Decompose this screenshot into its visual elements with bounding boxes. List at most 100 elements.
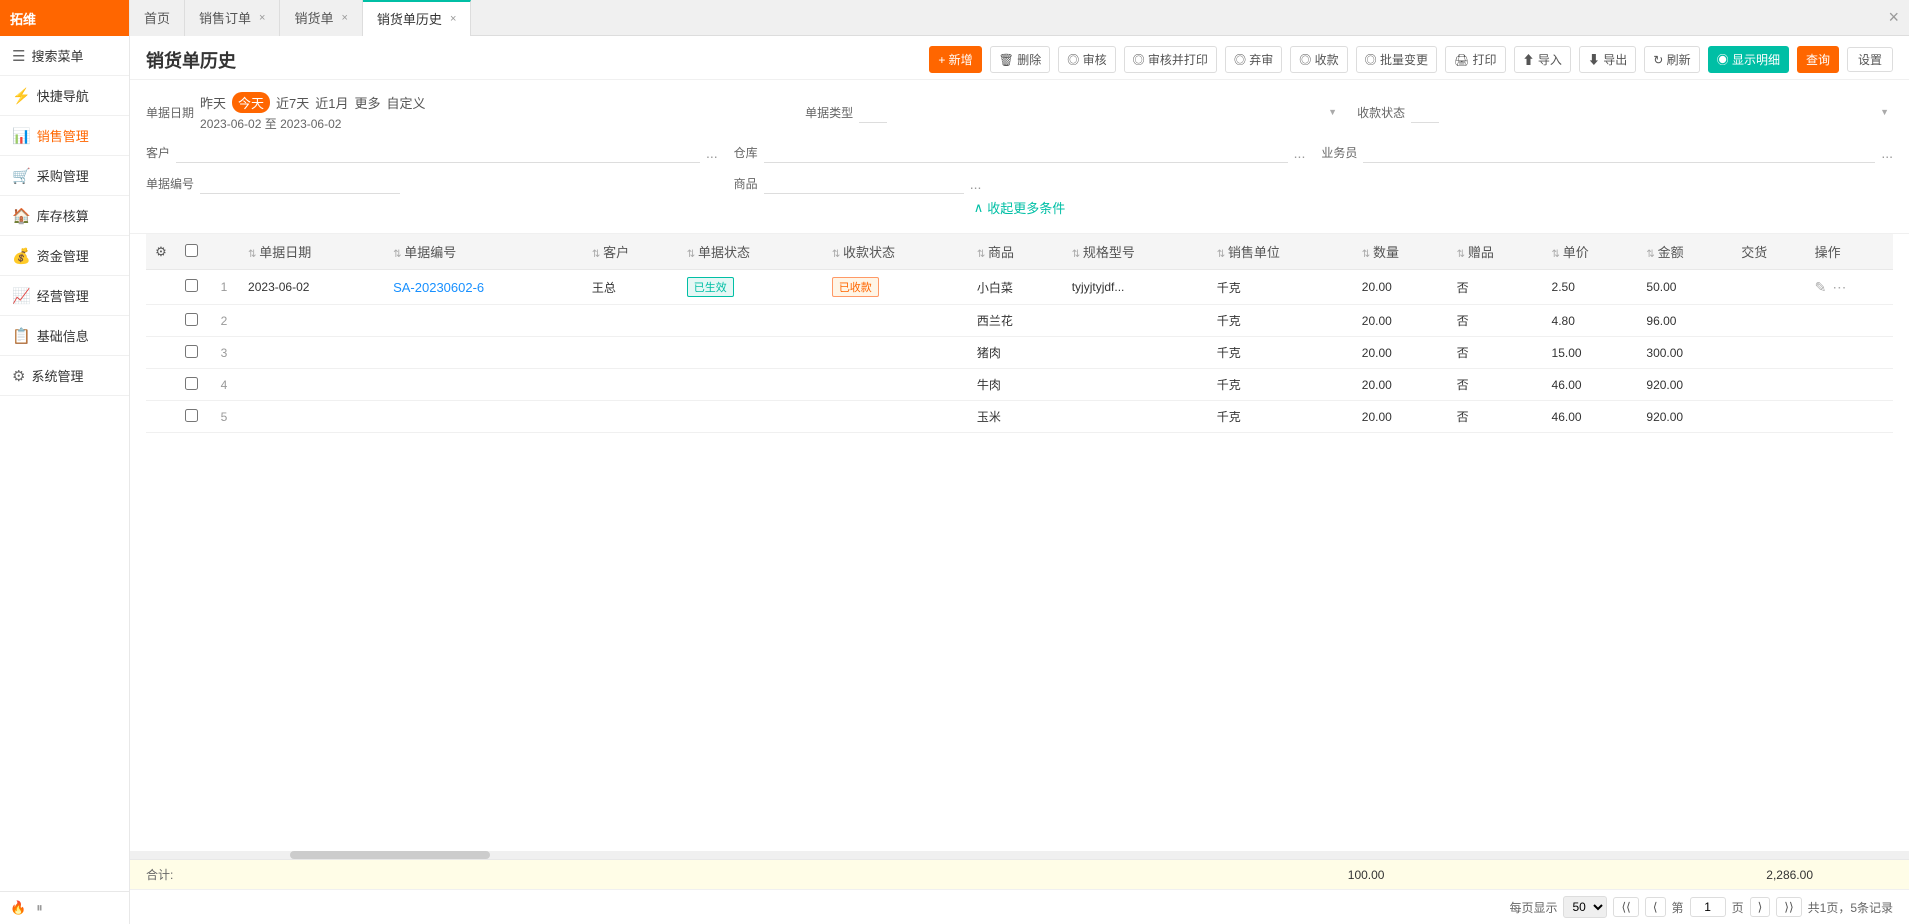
tab-close-all-button[interactable]: × — [1878, 7, 1909, 28]
more-icon[interactable]: ⋯ — [1832, 279, 1846, 296]
settings-button[interactable]: 设置 — [1847, 47, 1893, 72]
row-num-cell: 1 — [206, 270, 242, 305]
row-checkbox[interactable] — [185, 313, 198, 326]
collect-button[interactable]: ◎ 收款 — [1290, 46, 1347, 73]
select-all-checkbox[interactable] — [185, 244, 198, 257]
filter-staff-ellipsis[interactable]: ... — [1881, 145, 1893, 161]
filter-collect-status-select[interactable] — [1411, 102, 1439, 123]
tab-sales-delivery-close[interactable]: × — [341, 12, 347, 24]
audit-print-button[interactable]: ◎ 审核并打印 — [1124, 46, 1217, 73]
th-gear[interactable]: ⚙ — [146, 234, 176, 270]
doc-num-link[interactable]: SA-20230602-6 — [393, 280, 484, 295]
tab-sales-history-close[interactable]: × — [450, 13, 456, 25]
row-doc-status-cell — [681, 369, 826, 401]
shortcut-more[interactable]: 更多 — [355, 93, 381, 112]
th-doc-status[interactable]: ⇅ 单据状态 — [681, 234, 826, 270]
row-collect-status-cell — [826, 337, 971, 369]
sort-spec-icon: ⇅ — [1072, 249, 1083, 260]
page-content: 销货单历史 + 新增 🗑 删除 ◎ 审核 ◎ 审核并打印 ◎ 弃审 ◎ 收款 ◎… — [130, 36, 1909, 924]
sidebar-item-sales-mgmt[interactable]: 📊 销售管理 — [0, 116, 129, 156]
table-row: 12023-06-02SA-20230602-6王总已生效已收款小白菜tyjyj… — [146, 270, 1893, 305]
shortcut-today[interactable]: 今天 — [232, 92, 270, 113]
th-amount[interactable]: ⇅ 金额 — [1640, 234, 1735, 270]
last-page-button[interactable]: ⟩⟩ — [1776, 897, 1801, 917]
row-checkbox[interactable] — [185, 279, 198, 292]
table-horizontal-scrollbar[interactable] — [130, 851, 1909, 859]
row-amount-cell: 920.00 — [1640, 369, 1735, 401]
shortcut-7days[interactable]: 近7天 — [276, 93, 309, 112]
filter-warehouse-ellipsis[interactable]: ... — [1294, 145, 1306, 161]
audit-button[interactable]: ◎ 审核 — [1058, 46, 1115, 73]
row-goods-cell: 小白菜 — [971, 270, 1066, 305]
shortcut-1month[interactable]: 近1月 — [315, 93, 348, 112]
th-customer[interactable]: ⇅ 客户 — [586, 234, 681, 270]
row-checkbox-cell[interactable] — [176, 337, 206, 369]
row-checkbox-cell[interactable] — [176, 401, 206, 433]
row-checkbox-cell[interactable] — [176, 305, 206, 337]
batch-change-button[interactable]: ◎ 批量变更 — [1356, 46, 1437, 73]
row-doc-num-cell[interactable]: SA-20230602-6 — [387, 270, 586, 305]
print-button[interactable]: 🖨 打印 — [1445, 46, 1506, 73]
sidebar-item-label: 快捷导航 — [37, 86, 89, 105]
current-page-input[interactable]: 1 — [1690, 897, 1726, 917]
per-page-select[interactable]: 50 — [1563, 896, 1607, 918]
filter-goods-ellipsis[interactable]: ... — [970, 176, 982, 192]
sidebar-item-sys-mgmt[interactable]: ⚙ 系统管理 — [0, 356, 129, 396]
sidebar-item-inventory[interactable]: 🏠 库存核算 — [0, 196, 129, 236]
shortcut-yesterday[interactable]: 昨天 — [200, 93, 226, 112]
row-checkbox[interactable] — [185, 409, 198, 422]
delete-button[interactable]: 🗑 删除 — [990, 46, 1051, 73]
next-page-button[interactable]: ⟩ — [1750, 897, 1771, 917]
sidebar-item-finance[interactable]: 💰 资金管理 — [0, 236, 129, 276]
import-button[interactable]: ⬆ 导入 — [1514, 46, 1571, 73]
collapse-button[interactable]: ∧ 收起更多条件 — [146, 194, 1893, 221]
row-checkbox[interactable] — [185, 377, 198, 390]
row-checkbox-cell[interactable] — [176, 369, 206, 401]
th-doc-date[interactable]: ⇅ 单据日期 — [242, 234, 387, 270]
tab-sales-order[interactable]: 销售订单 × — [185, 0, 280, 36]
th-collect-status[interactable]: ⇅ 收款状态 — [826, 234, 971, 270]
th-qty[interactable]: ⇅ 数量 — [1356, 234, 1451, 270]
sidebar-bottom-icon1[interactable]: 🔥 — [10, 900, 26, 916]
th-checkbox[interactable] — [176, 234, 206, 270]
filter-goods-input[interactable] — [764, 173, 964, 194]
prev-page-button[interactable]: ⟨ — [1645, 897, 1666, 917]
filter-warehouse-input[interactable] — [764, 142, 1288, 163]
refresh-button[interactable]: ↻ 刷新 — [1644, 46, 1699, 73]
sidebar-item-search-menu[interactable]: ☰ 搜索菜单 — [0, 36, 129, 76]
sidebar-item-quick-nav[interactable]: ⚡ 快捷导航 — [0, 76, 129, 116]
sort-unit-icon: ⇅ — [1217, 249, 1228, 260]
th-gift[interactable]: ⇅ 赠品 — [1451, 234, 1546, 270]
row-collect-status-cell — [826, 305, 971, 337]
sidebar-item-purchase-mgmt[interactable]: 🛒 采购管理 — [0, 156, 129, 196]
tab-sales-history[interactable]: 销货单历史 × — [363, 0, 471, 36]
abandon-button[interactable]: ◎ 弃审 — [1225, 46, 1282, 73]
filter-customer-ellipsis[interactable]: ... — [706, 145, 718, 161]
th-price[interactable]: ⇅ 单价 — [1546, 234, 1641, 270]
row-checkbox-cell[interactable] — [176, 270, 206, 305]
tab-home[interactable]: 首页 — [130, 0, 185, 36]
query-button[interactable]: 查询 — [1797, 46, 1839, 73]
filter-doc-type-select[interactable] — [859, 102, 887, 123]
filter-customer-input[interactable] — [176, 142, 700, 163]
th-goods[interactable]: ⇅ 商品 — [971, 234, 1066, 270]
filter-staff-input[interactable] — [1363, 142, 1875, 163]
show-detail-button[interactable]: ◉ 显示明细 — [1708, 46, 1789, 73]
shortcut-custom[interactable]: 自定义 — [387, 93, 426, 112]
sidebar-bottom-icon2[interactable]: ⏸ — [36, 900, 43, 916]
th-spec[interactable]: ⇅ 规格型号 — [1066, 234, 1211, 270]
th-doc-num[interactable]: ⇅ 单据编号 — [387, 234, 586, 270]
new-button[interactable]: + 新增 — [929, 46, 981, 73]
first-page-button[interactable]: ⟨⟨ — [1613, 897, 1638, 917]
inventory-icon: 🏠 — [12, 207, 31, 225]
tab-sales-delivery[interactable]: 销货单 × — [280, 0, 362, 36]
row-checkbox[interactable] — [185, 345, 198, 358]
filter-doc-num-input[interactable] — [200, 173, 400, 194]
export-button[interactable]: ⬇ 导出 — [1579, 46, 1636, 73]
sidebar-item-basic-info[interactable]: 📋 基础信息 — [0, 316, 129, 356]
th-unit[interactable]: ⇅ 销售单位 — [1211, 234, 1356, 270]
edit-icon[interactable]: ✎ — [1815, 279, 1827, 296]
tab-sales-order-close[interactable]: × — [259, 12, 265, 24]
row-gear-cell — [146, 401, 176, 433]
sidebar-item-operations[interactable]: 📈 经营管理 — [0, 276, 129, 316]
